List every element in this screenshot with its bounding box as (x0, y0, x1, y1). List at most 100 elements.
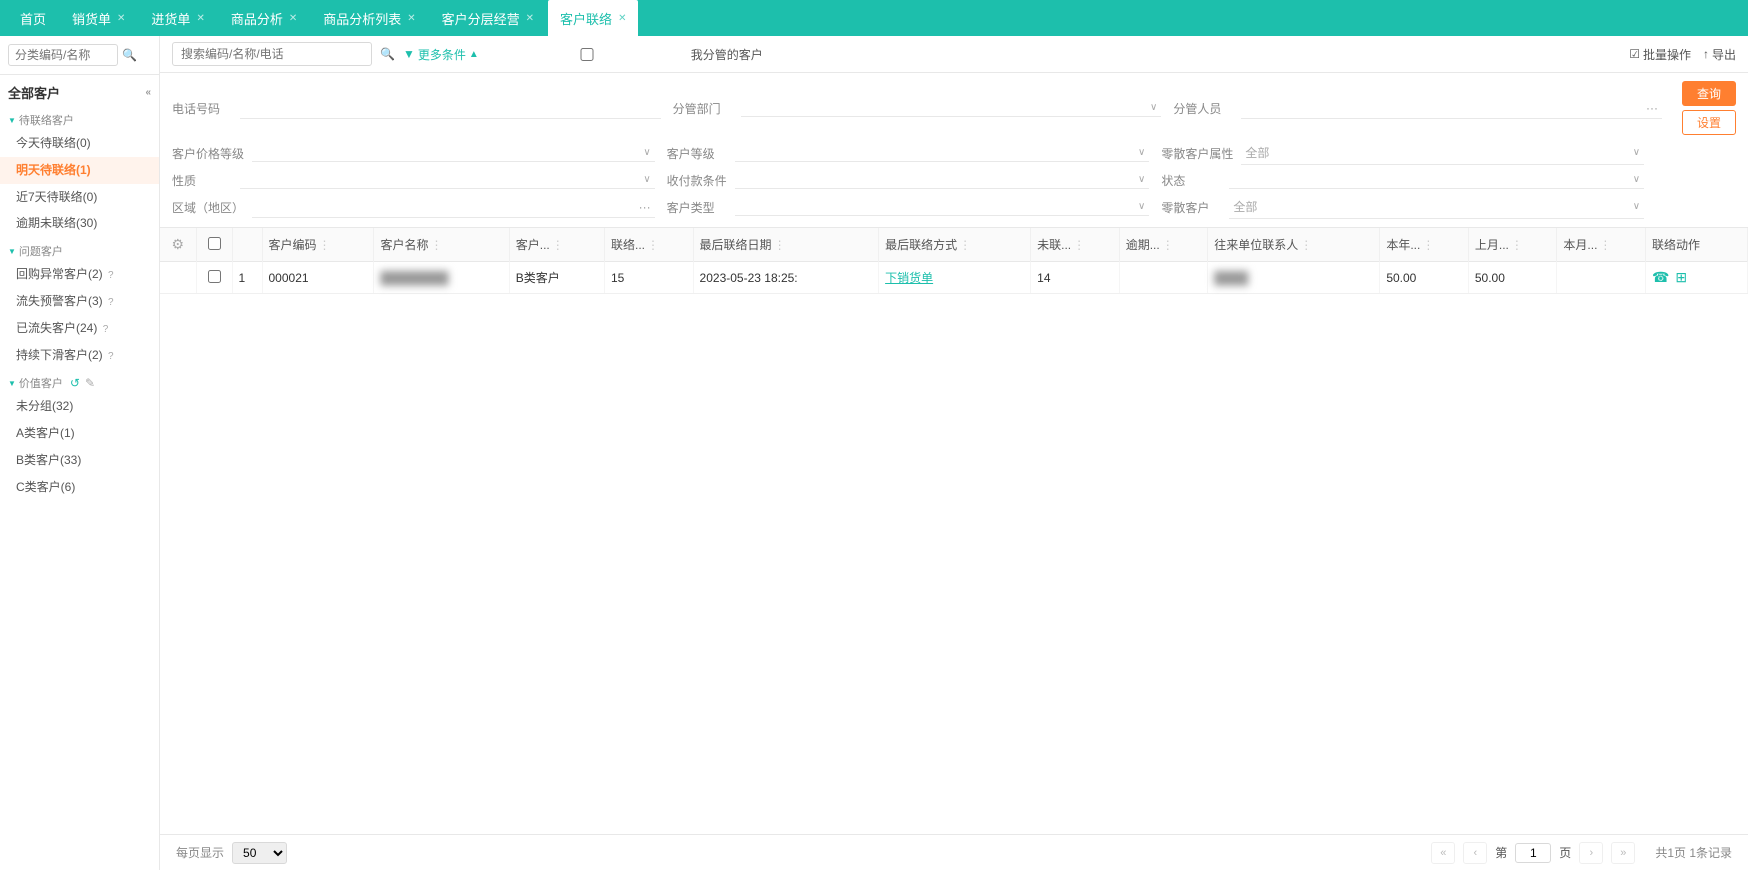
nav-home[interactable]: 首页 (8, 0, 58, 36)
th-current-year[interactable]: 本年... ⋮ (1380, 228, 1469, 262)
page-prev-btn[interactable]: ‹ (1463, 842, 1487, 864)
filter-nature-select[interactable]: ∨ (240, 171, 655, 189)
filter-payment-terms-select[interactable]: ∨ (735, 171, 1150, 189)
sidebar-item-ungrouped[interactable]: 未分组(32) (0, 393, 159, 420)
sidebar-item-type-b[interactable]: B类客户(33) (0, 447, 159, 474)
filter-region: 区域（地区） ··· (172, 197, 655, 218)
row-checkbox[interactable] (208, 270, 221, 283)
th-row-num (232, 228, 262, 262)
filter-customer-type-select[interactable]: ∨ (735, 198, 1150, 216)
col-resize-name[interactable]: ⋮ (430, 238, 434, 252)
query-button[interactable]: 查询 (1682, 81, 1736, 106)
sidebar-item-week-pending[interactable]: 近7天待联络(0) (0, 184, 159, 211)
settings-button[interactable]: 设置 (1682, 110, 1736, 135)
col-resize-year[interactable]: ⋮ (1422, 238, 1426, 252)
th-customer-name[interactable]: 客户名称 ⋮ (374, 228, 509, 262)
col-resize-last-month[interactable]: ⋮ (1511, 238, 1515, 252)
filter-phone-input[interactable] (240, 98, 661, 119)
action-more-icon[interactable]: ⊞ (1675, 269, 1687, 286)
nav-customer-contact[interactable]: 客户联络 ✕ (548, 0, 638, 36)
filter-scatter-attr-select[interactable]: 全部 ∨ (1241, 141, 1644, 165)
search-input[interactable] (172, 42, 372, 66)
adv-filter-row-3: 性质 ∨ 收付款条件 ∨ 状态 (172, 171, 1736, 189)
filter-price-level-select[interactable]: ∨ (252, 144, 655, 162)
filter-customer-level-chevron: ∨ (1138, 147, 1145, 158)
nav-product-analysis-list-close[interactable]: ✕ (407, 13, 415, 24)
filter-scatter-customer-select[interactable]: 全部 ∨ (1229, 195, 1644, 219)
page-number-input[interactable] (1515, 843, 1551, 863)
nav-product-analysis-close[interactable]: ✕ (289, 13, 297, 24)
action-phone-icon[interactable]: ☎ (1652, 269, 1669, 286)
page-label: 第 (1495, 844, 1507, 861)
sidebar-item-type-a[interactable]: A类客户(1) (0, 420, 159, 447)
col-resize-method[interactable]: ⋮ (959, 238, 963, 252)
sidebar-item-tomorrow-pending[interactable]: 明天待联络(1) (0, 157, 159, 184)
col-resize-cur-month[interactable]: ⋮ (1599, 238, 1603, 252)
filter-dept-select[interactable]: ∨ (741, 99, 1162, 117)
filter-search-icon[interactable]: 🔍 (380, 47, 395, 61)
nav-product-analysis[interactable]: 商品分析 ✕ (219, 0, 309, 36)
sidebar-item-today-pending[interactable]: 今天待联络(0) (0, 130, 159, 157)
filter-price-chevron: ∨ (643, 147, 650, 158)
nav-customer-contact-close[interactable]: ✕ (618, 13, 626, 24)
triangle-icon-2: ▼ (8, 247, 16, 256)
sidebar-item-declining[interactable]: 持续下滑客户(2) ? (0, 342, 159, 369)
col-resize-type[interactable]: ⋮ (552, 238, 556, 252)
td-last-month: 50.00 (1468, 262, 1557, 294)
sidebar-item-churned[interactable]: 已流失客户(24) ? (0, 315, 159, 342)
th-customer-type[interactable]: 客户... ⋮ (509, 228, 604, 262)
filter-customer-level-select[interactable]: ∨ (735, 144, 1150, 162)
my-customers-checkbox[interactable] (487, 48, 687, 61)
th-unit-contact[interactable]: 往来单位联系人 ⋮ (1208, 228, 1380, 262)
nav-purchase[interactable]: 进货单 ✕ (139, 0, 216, 36)
batch-ops-btn[interactable]: ☑ 批量操作 (1629, 46, 1691, 63)
th-un-contacted[interactable]: 未联... ⋮ (1031, 228, 1120, 262)
sidebar-item-overdue-pending[interactable]: 逾期未联络(30) (0, 210, 159, 237)
select-all-checkbox[interactable] (208, 237, 221, 250)
my-customers-filter[interactable]: 我分管的客户 (487, 46, 763, 63)
page-last-btn[interactable]: » (1611, 842, 1635, 864)
nav-product-analysis-list[interactable]: 商品分析列表 ✕ (311, 0, 427, 36)
th-contact-num[interactable]: 联络... ⋮ (605, 228, 694, 262)
col-resize-overdue[interactable]: ⋮ (1162, 238, 1166, 252)
col-resize-code[interactable]: ⋮ (319, 238, 323, 252)
th-current-month[interactable]: 本月... ⋮ (1557, 228, 1646, 262)
th-overdue[interactable]: 逾期... ⋮ (1119, 228, 1208, 262)
sidebar-item-churn-warning[interactable]: 流失预警客户(3) ? (0, 288, 159, 315)
filter-customer-type-chevron: ∨ (1138, 201, 1145, 212)
col-resize-un-contacted[interactable]: ⋮ (1073, 238, 1077, 252)
filter-status-select[interactable]: ∨ (1229, 171, 1644, 189)
sidebar-search-icon[interactable]: 🔍 (122, 48, 137, 62)
td-current-month (1557, 262, 1646, 294)
filter-status-label: 状态 (1161, 172, 1221, 189)
page-first-btn[interactable]: « (1431, 842, 1455, 864)
th-last-contact-date[interactable]: 最后联络日期 ⋮ (693, 228, 879, 262)
th-customer-code[interactable]: 客户编码 ⋮ (262, 228, 374, 262)
th-last-contact-method[interactable]: 最后联络方式 ⋮ (879, 228, 1031, 262)
col-resize-contact-num[interactable]: ⋮ (647, 238, 651, 252)
filter-manager-dots: ··· (1646, 101, 1658, 115)
nav-sales[interactable]: 销货单 ✕ (60, 0, 137, 36)
nav-customer-layered[interactable]: 客户分层经营 ✕ (430, 0, 546, 36)
nav-sales-close[interactable]: ✕ (117, 13, 125, 24)
filter-region-input[interactable]: ··· (252, 197, 655, 218)
col-resize-date[interactable]: ⋮ (774, 238, 778, 252)
per-page-select[interactable]: 50 100 200 (232, 842, 287, 864)
page-suffix: 页 (1559, 844, 1571, 861)
filter-phone: 电话号码 (172, 98, 661, 119)
page-next-btn[interactable]: › (1579, 842, 1603, 864)
nav-customer-layered-close[interactable]: ✕ (526, 13, 534, 24)
filter-manager-input[interactable]: ··· (1241, 98, 1662, 119)
sidebar-item-type-c[interactable]: C类客户(6) (0, 474, 159, 501)
col-resize-unit[interactable]: ⋮ (1300, 238, 1304, 252)
last-contact-method-link[interactable]: 下销货单 (885, 271, 933, 285)
sidebar-all-customers[interactable]: 全部客户 « (0, 75, 159, 106)
nav-purchase-close[interactable]: ✕ (196, 13, 204, 24)
customer-name-blurred: ████████ (380, 271, 448, 285)
more-conditions-btn[interactable]: ▼ 更多条件 ▲ (403, 46, 479, 63)
sidebar-search-input[interactable] (8, 44, 118, 66)
th-last-month[interactable]: 上月... ⋮ (1468, 228, 1557, 262)
export-btn[interactable]: ↑ 导出 (1703, 46, 1736, 63)
gear-icon[interactable]: ⚙ (171, 236, 184, 252)
sidebar-item-repurchase-abnormal[interactable]: 回购异常客户(2) ? (0, 261, 159, 288)
